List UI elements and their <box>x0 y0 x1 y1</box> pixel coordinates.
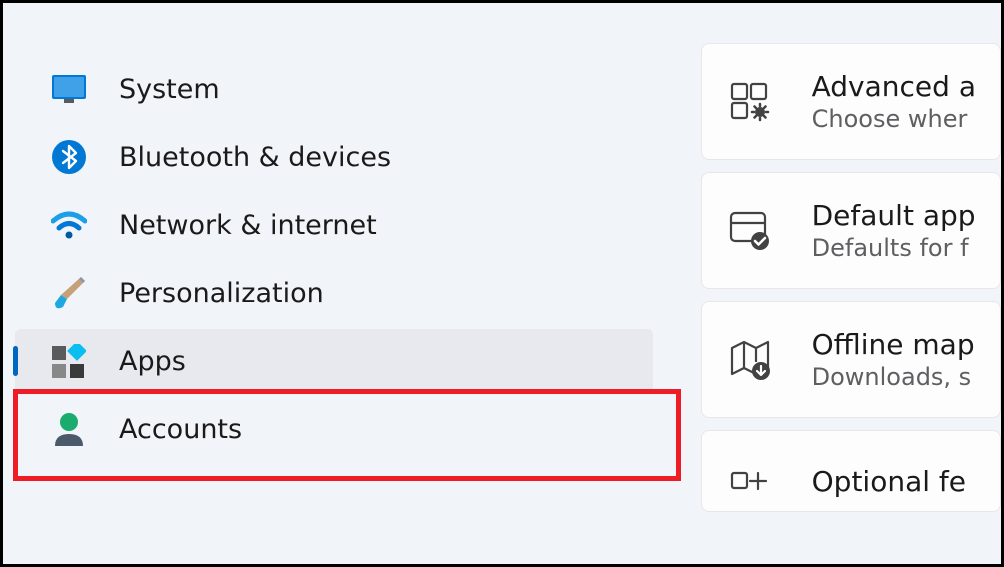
card-title: Offline map <box>812 328 975 361</box>
settings-main-panel: Advanced a Choose wher Default app Defau… <box>671 3 1001 564</box>
card-optional-features[interactable]: Optional fe <box>701 430 1001 512</box>
sidebar-item-label: Bluetooth & devices <box>119 142 391 173</box>
card-title: Default app <box>812 199 976 232</box>
window-check-icon <box>726 207 774 255</box>
grid-gear-icon <box>726 78 774 126</box>
bluetooth-icon <box>51 139 87 175</box>
sidebar-item-label: System <box>119 74 220 105</box>
card-advanced-app-settings[interactable]: Advanced a Choose wher <box>701 43 1001 160</box>
wifi-icon <box>51 207 87 243</box>
sidebar-item-label: Network & internet <box>119 210 377 241</box>
sidebar-item-network[interactable]: Network & internet <box>3 193 671 257</box>
sidebar-item-label: Apps <box>119 346 186 377</box>
sidebar-item-accounts[interactable]: Accounts <box>3 397 671 461</box>
person-icon <box>51 411 87 447</box>
settings-sidebar: System Bluetooth & devices Network & int… <box>3 3 671 564</box>
card-title: Advanced a <box>812 70 976 103</box>
card-title: Optional fe <box>812 465 966 498</box>
sidebar-item-label: Accounts <box>119 414 242 445</box>
card-subtitle: Choose wher <box>812 105 976 133</box>
map-download-icon <box>726 336 774 384</box>
grid-plus-icon <box>726 457 774 505</box>
sidebar-item-label: Personalization <box>119 278 324 309</box>
sidebar-item-system[interactable]: System <box>3 57 671 121</box>
paintbrush-icon <box>51 275 87 311</box>
apps-icon <box>51 343 87 379</box>
sidebar-item-bluetooth[interactable]: Bluetooth & devices <box>3 125 671 189</box>
card-offline-maps[interactable]: Offline map Downloads, s <box>701 301 1001 418</box>
card-default-apps[interactable]: Default app Defaults for f <box>701 172 1001 289</box>
card-subtitle: Downloads, s <box>812 363 975 391</box>
monitor-icon <box>51 71 87 107</box>
sidebar-item-personalization[interactable]: Personalization <box>3 261 671 325</box>
sidebar-item-apps[interactable]: Apps <box>15 329 653 393</box>
card-subtitle: Defaults for f <box>812 234 976 262</box>
